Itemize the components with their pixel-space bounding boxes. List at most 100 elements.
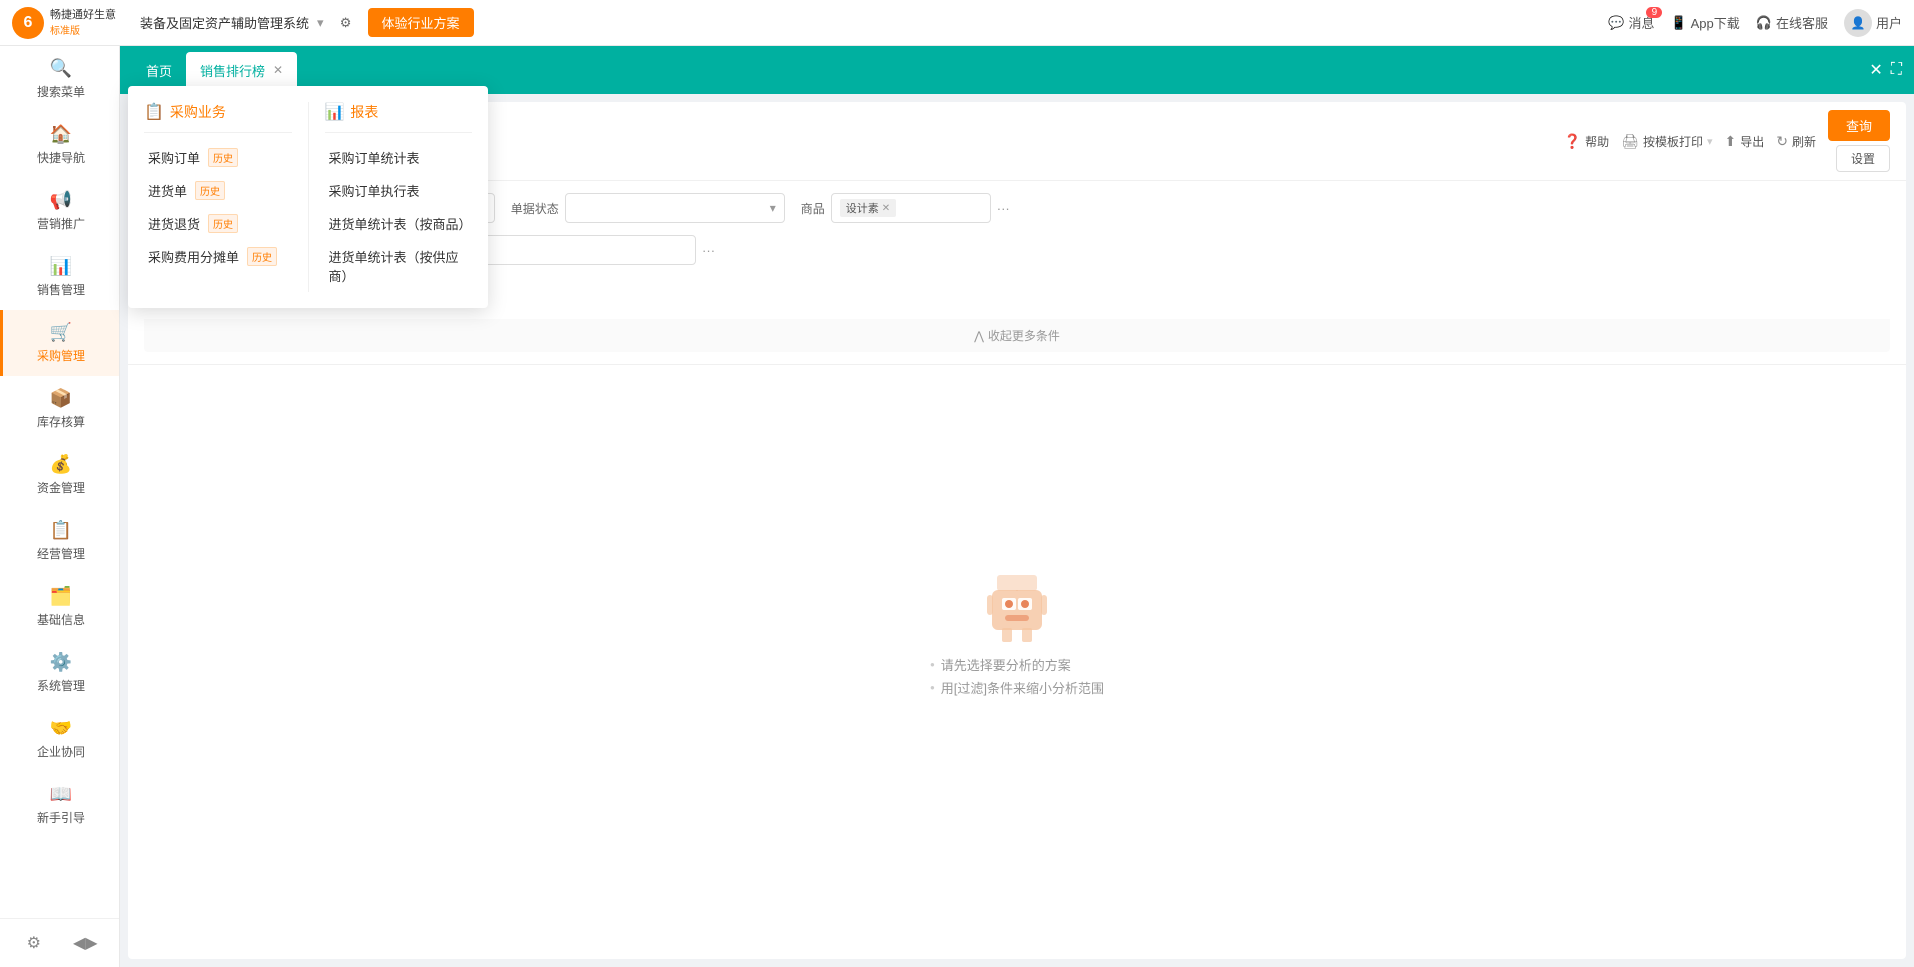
home-icon: 🏠 bbox=[50, 124, 72, 145]
avatar: 👤 bbox=[1844, 9, 1872, 37]
report-title-text: 报表 bbox=[350, 102, 378, 122]
settings-button[interactable]: 设置 bbox=[1836, 145, 1890, 172]
sidebar-item-nav[interactable]: 🏠 快捷导航 bbox=[0, 112, 119, 178]
sidebar-item-sales[interactable]: 📊 销售管理 bbox=[0, 244, 119, 310]
goods-more-icon[interactable]: ··· bbox=[997, 201, 1010, 216]
menu-item-incoming[interactable]: 进货单 历史 bbox=[144, 174, 292, 207]
sidebar-label-inventory: 库存核算 bbox=[37, 413, 85, 430]
report-column-title: 📊 报表 bbox=[325, 102, 473, 133]
settings-icon[interactable]: ⚙ bbox=[332, 9, 360, 37]
print-arrow-icon[interactable]: ▾ bbox=[1707, 135, 1713, 148]
purchase-title-text: 采购业务 bbox=[170, 102, 226, 122]
inventory-icon: 📦 bbox=[50, 388, 72, 409]
history-tag-2: 历史 bbox=[195, 181, 225, 200]
menu-item-incoming-stats-goods[interactable]: 进货单统计表（按商品） bbox=[325, 207, 473, 240]
sidebar-label-search: 搜索菜单 bbox=[37, 83, 85, 100]
menu-item-purchase-order[interactable]: 采购订单 历史 bbox=[144, 141, 292, 174]
purchase-column: 📋 采购业务 采购订单 历史 进货单 历史 进货退货 历史 采购费用分摊单 历史 bbox=[128, 94, 308, 300]
menu-item-incoming-label: 进货单 bbox=[148, 181, 187, 200]
salesperson-input[interactable] bbox=[476, 235, 696, 265]
goods-tag: 设计素 ✕ bbox=[840, 199, 896, 217]
menu-item-return[interactable]: 进货退货 历史 bbox=[144, 207, 292, 240]
nav-sales-rank-tab[interactable]: 销售排行榜 ✕ bbox=[186, 52, 297, 88]
sidebar-item-inventory[interactable]: 📦 库存核算 bbox=[0, 376, 119, 442]
purchase-icon: 🛒 bbox=[50, 322, 72, 343]
goods-label: 商品 bbox=[801, 200, 825, 217]
system-title: 装备及固定资产辅助管理系统 bbox=[140, 13, 309, 32]
sidebar-item-guide[interactable]: 📖 新手引导 bbox=[0, 772, 119, 838]
dropdown-columns: 📋 采购业务 采购订单 历史 进货单 历史 进货退货 历史 采购费用分摊单 历史 bbox=[128, 94, 488, 300]
dropdown-arrow-icon[interactable]: ▾ bbox=[317, 15, 324, 31]
collapse-filters-button[interactable]: ⋀ 收起更多条件 bbox=[144, 319, 1890, 352]
header-right: 💬 消息 9 📱 App下载 🎧 在线客服 👤 用户 bbox=[1608, 9, 1902, 37]
menu-item-purchase-order-label: 采购订单 bbox=[148, 148, 200, 167]
menu-item-return-label: 进货退货 bbox=[148, 214, 200, 233]
industry-button[interactable]: 体验行业方案 bbox=[368, 8, 474, 37]
export-label: 导出 bbox=[1740, 133, 1764, 150]
print-label: 按模板打印 bbox=[1643, 133, 1703, 150]
headset-icon: 🎧 bbox=[1756, 15, 1772, 31]
sidebar-item-operations[interactable]: 📋 经营管理 bbox=[0, 508, 119, 574]
goods-tag-close-icon[interactable]: ✕ bbox=[882, 203, 890, 214]
sidebar-settings-btn[interactable]: ⚙ bbox=[18, 927, 50, 959]
print-button[interactable]: 🖨 按模板打印 ▾ bbox=[1621, 133, 1712, 150]
purchase-column-title: 📋 采购业务 bbox=[144, 102, 292, 133]
header-middle: 装备及固定资产辅助管理系统 ▾ ⚙ 体验行业方案 bbox=[132, 8, 1608, 37]
goods-input[interactable]: 设计素 ✕ bbox=[831, 193, 991, 223]
report-title-icon: 📊 bbox=[325, 102, 345, 122]
purchase-title-icon: 📋 bbox=[144, 102, 164, 122]
order-status-input[interactable]: ▾ bbox=[565, 193, 785, 223]
sidebar-item-finance[interactable]: 💰 资金管理 bbox=[0, 442, 119, 508]
help-icon: ❓ bbox=[1564, 133, 1581, 150]
logo-text-block: 畅捷通好生意 标准版 bbox=[50, 8, 116, 37]
menu-item-po-exec-label: 采购订单执行表 bbox=[329, 181, 420, 200]
menu-item-purchase-cost[interactable]: 采购费用分摊单 历史 bbox=[144, 240, 292, 273]
online-service-label: 在线客服 bbox=[1776, 13, 1828, 32]
sidebar-item-enterprise[interactable]: 🤝 企业协同 bbox=[0, 706, 119, 772]
order-status-arrow-icon: ▾ bbox=[770, 201, 776, 215]
app-download-button[interactable]: 📱 App下载 bbox=[1670, 13, 1739, 32]
search-icon: 🔍 bbox=[50, 58, 72, 79]
sidebar-collapse-btn[interactable]: ◀▶ bbox=[69, 927, 101, 959]
messages-button[interactable]: 💬 消息 9 bbox=[1608, 13, 1654, 32]
sidebar-label-system: 系统管理 bbox=[37, 677, 85, 694]
help-button[interactable]: ❓ 帮助 bbox=[1564, 133, 1609, 150]
sidebar-label-finance: 资金管理 bbox=[37, 479, 85, 496]
logo-icon: 6 bbox=[12, 7, 44, 39]
query-button[interactable]: 查询 bbox=[1828, 110, 1890, 141]
menu-item-incoming-stats-supplier[interactable]: 进货单统计表（按供应商） bbox=[325, 240, 473, 292]
menu-item-purchase-cost-label: 采购费用分摊单 bbox=[148, 247, 239, 266]
user-button[interactable]: 👤 用户 bbox=[1844, 9, 1902, 37]
history-tag-4: 历史 bbox=[247, 247, 277, 266]
sales-icon: 📊 bbox=[50, 256, 72, 277]
export-button[interactable]: ⬆ 导出 bbox=[1724, 133, 1764, 150]
sidebar-label-basic: 基础信息 bbox=[37, 611, 85, 628]
refresh-label: 刷新 bbox=[1792, 133, 1816, 150]
sidebar-item-marketing[interactable]: 📢 营销推广 bbox=[0, 178, 119, 244]
marketing-icon: 📢 bbox=[50, 190, 72, 211]
sales-rank-tab-label: 销售排行榜 bbox=[200, 61, 265, 80]
help-label: 帮助 bbox=[1585, 133, 1609, 150]
tab-close-icon[interactable]: ✕ bbox=[1869, 60, 1882, 80]
menu-item-purchase-order-exec[interactable]: 采购订单执行表 bbox=[325, 174, 473, 207]
close-tab-icon[interactable]: ✕ bbox=[273, 63, 283, 77]
sidebar-item-system[interactable]: ⚙️ 系统管理 bbox=[0, 640, 119, 706]
guide-icon: 📖 bbox=[50, 784, 72, 805]
report-column: 📊 报表 采购订单统计表 采购订单执行表 进货单统计表（按商品） 进货单统计表（… bbox=[309, 94, 489, 300]
sidebar-item-purchase[interactable]: 🛒 采购管理 bbox=[0, 310, 119, 376]
sidebar-item-basic[interactable]: 🗂️ 基础信息 bbox=[0, 574, 119, 640]
purchase-dropdown-menu: 📋 采购业务 采购订单 历史 进货单 历史 进货退货 历史 采购费用分摊单 历史 bbox=[128, 86, 488, 308]
empty-hint-1: 请先选择要分析的方案 bbox=[941, 655, 1071, 674]
menu-item-purchase-order-stats[interactable]: 采购订单统计表 bbox=[325, 141, 473, 174]
collapse-label: 收起更多条件 bbox=[988, 327, 1060, 344]
empty-state: 请先选择要分析的方案 用[过滤]条件来缩小分析范围 bbox=[128, 365, 1906, 959]
sidebar-label-sales: 销售管理 bbox=[37, 281, 85, 298]
tab-expand-icon[interactable]: ⛶ bbox=[1891, 61, 1902, 79]
phone-icon: 📱 bbox=[1670, 15, 1686, 31]
online-service-button[interactable]: 🎧 在线客服 bbox=[1756, 13, 1828, 32]
sidebar-item-search[interactable]: 🔍 搜索菜单 bbox=[0, 46, 119, 112]
salesperson-more-icon[interactable]: ··· bbox=[702, 243, 715, 258]
messages-badge: 9 bbox=[1646, 7, 1662, 18]
refresh-button[interactable]: ↻ 刷新 bbox=[1776, 133, 1816, 150]
print-icon: 🖨 bbox=[1621, 133, 1639, 150]
